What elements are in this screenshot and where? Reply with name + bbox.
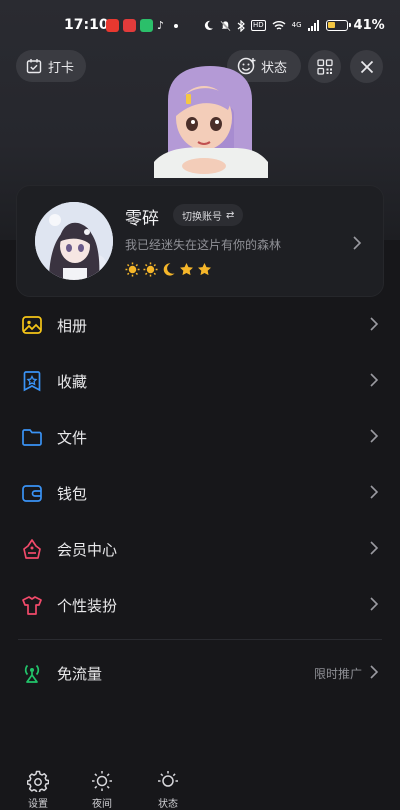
dressup-icon bbox=[22, 596, 42, 615]
wallet-icon bbox=[22, 485, 42, 502]
clockin-button[interactable]: 打卡 bbox=[16, 50, 86, 82]
battery-icon bbox=[325, 20, 351, 31]
bottom-label: 状态 bbox=[158, 799, 178, 810]
bluetooth-icon bbox=[237, 19, 245, 32]
settings-button[interactable]: 设置 bbox=[18, 768, 58, 810]
photo-icon bbox=[22, 316, 42, 334]
switch-account-button[interactable]: 切换账号 ⇄ bbox=[173, 204, 244, 226]
close-button[interactable] bbox=[350, 50, 383, 83]
close-icon bbox=[360, 60, 373, 73]
bottom-label: 夜间 bbox=[92, 799, 112, 810]
night-mode-button[interactable]: 夜间 bbox=[82, 768, 122, 810]
status-toggle-button[interactable]: 状态 bbox=[148, 768, 188, 810]
hd-badge: HD bbox=[251, 20, 266, 31]
moon-level-icon bbox=[163, 263, 175, 276]
tiktok-icon: ♪ bbox=[157, 19, 165, 32]
more-notifications-icon bbox=[174, 23, 179, 28]
sun-level-icon bbox=[125, 262, 140, 277]
menu-label: 免流量 bbox=[57, 665, 103, 683]
chevron-right-icon bbox=[370, 373, 379, 387]
video-app-icon bbox=[106, 19, 119, 32]
clockin-label: 打卡 bbox=[48, 60, 75, 76]
avatar[interactable] bbox=[35, 202, 113, 280]
profile-card[interactable]: 零碎 切换账号 ⇄ 我已经迷失在这片有你的森林 bbox=[16, 185, 384, 297]
menu-item-favorites[interactable]: 收藏 bbox=[0, 354, 400, 410]
switch-account-label: 切换账号 bbox=[182, 211, 222, 223]
avatar-figure[interactable] bbox=[140, 66, 280, 186]
menu-divider bbox=[18, 639, 382, 640]
vip-icon bbox=[23, 539, 41, 559]
chevron-right-icon bbox=[370, 597, 379, 611]
swap-icon: ⇄ bbox=[226, 209, 235, 221]
green-app-icon bbox=[140, 19, 153, 32]
menu-item-photos[interactable]: 相册 bbox=[0, 298, 400, 354]
chevron-right-icon bbox=[370, 485, 379, 499]
signal-icon bbox=[307, 20, 319, 31]
menu-label: 会员中心 bbox=[57, 541, 118, 559]
menu-item-dressup[interactable]: 个性装扮 bbox=[0, 578, 400, 634]
menu-item-files[interactable]: 文件 bbox=[0, 410, 400, 466]
chevron-right-icon bbox=[370, 665, 379, 679]
bottom-label: 设置 bbox=[28, 799, 48, 810]
sun-icon bbox=[158, 771, 178, 787]
chevron-right-icon bbox=[370, 541, 379, 555]
chevron-right-icon bbox=[370, 317, 379, 331]
qr-code-icon bbox=[316, 58, 333, 75]
folder-icon bbox=[22, 429, 42, 446]
wifi-icon bbox=[272, 21, 286, 30]
menu-label: 相册 bbox=[57, 317, 88, 335]
menu-item-free-data[interactable]: 免流量 限时推广 bbox=[0, 646, 400, 702]
dnd-moon-icon bbox=[204, 20, 214, 31]
brightness-icon bbox=[92, 771, 112, 791]
gear-icon bbox=[26, 770, 50, 794]
status-right: HD 4G 41% bbox=[203, 18, 385, 33]
favorites-icon bbox=[23, 371, 41, 392]
menu-item-wallet[interactable]: 钱包 bbox=[0, 466, 400, 522]
chevron-right-icon bbox=[353, 236, 362, 250]
status-time: 17:10 bbox=[64, 17, 109, 33]
menu-label: 钱包 bbox=[57, 485, 88, 503]
notification-icons: ♪ bbox=[106, 19, 179, 32]
shopping-app-icon bbox=[123, 19, 136, 32]
calendar-check-icon bbox=[26, 59, 42, 74]
mute-bell-icon bbox=[220, 20, 231, 31]
promo-text: 限时推广 bbox=[313, 667, 362, 681]
star-level-icon bbox=[198, 262, 211, 276]
battery-percent: 41% bbox=[353, 18, 385, 33]
avatar-image bbox=[35, 202, 113, 280]
menu-label: 个性装扮 bbox=[57, 597, 118, 615]
chevron-right-icon bbox=[370, 429, 379, 443]
menu-label: 文件 bbox=[57, 429, 88, 447]
menu-label: 收藏 bbox=[57, 373, 88, 391]
free-data-icon bbox=[24, 664, 40, 683]
signature: 我已经迷失在这片有你的森林 bbox=[125, 238, 282, 252]
star-level-icon bbox=[180, 262, 193, 276]
username: 零碎 bbox=[125, 209, 159, 229]
menu-item-vip-center[interactable]: 会员中心 bbox=[0, 522, 400, 578]
qr-code-button[interactable] bbox=[308, 50, 341, 83]
network-type: 4G bbox=[291, 21, 302, 29]
sun-level-icon bbox=[143, 262, 158, 277]
status-bar: 17:10 ♪ HD 4G 41% bbox=[0, 12, 400, 40]
level-badges[interactable] bbox=[125, 262, 212, 277]
